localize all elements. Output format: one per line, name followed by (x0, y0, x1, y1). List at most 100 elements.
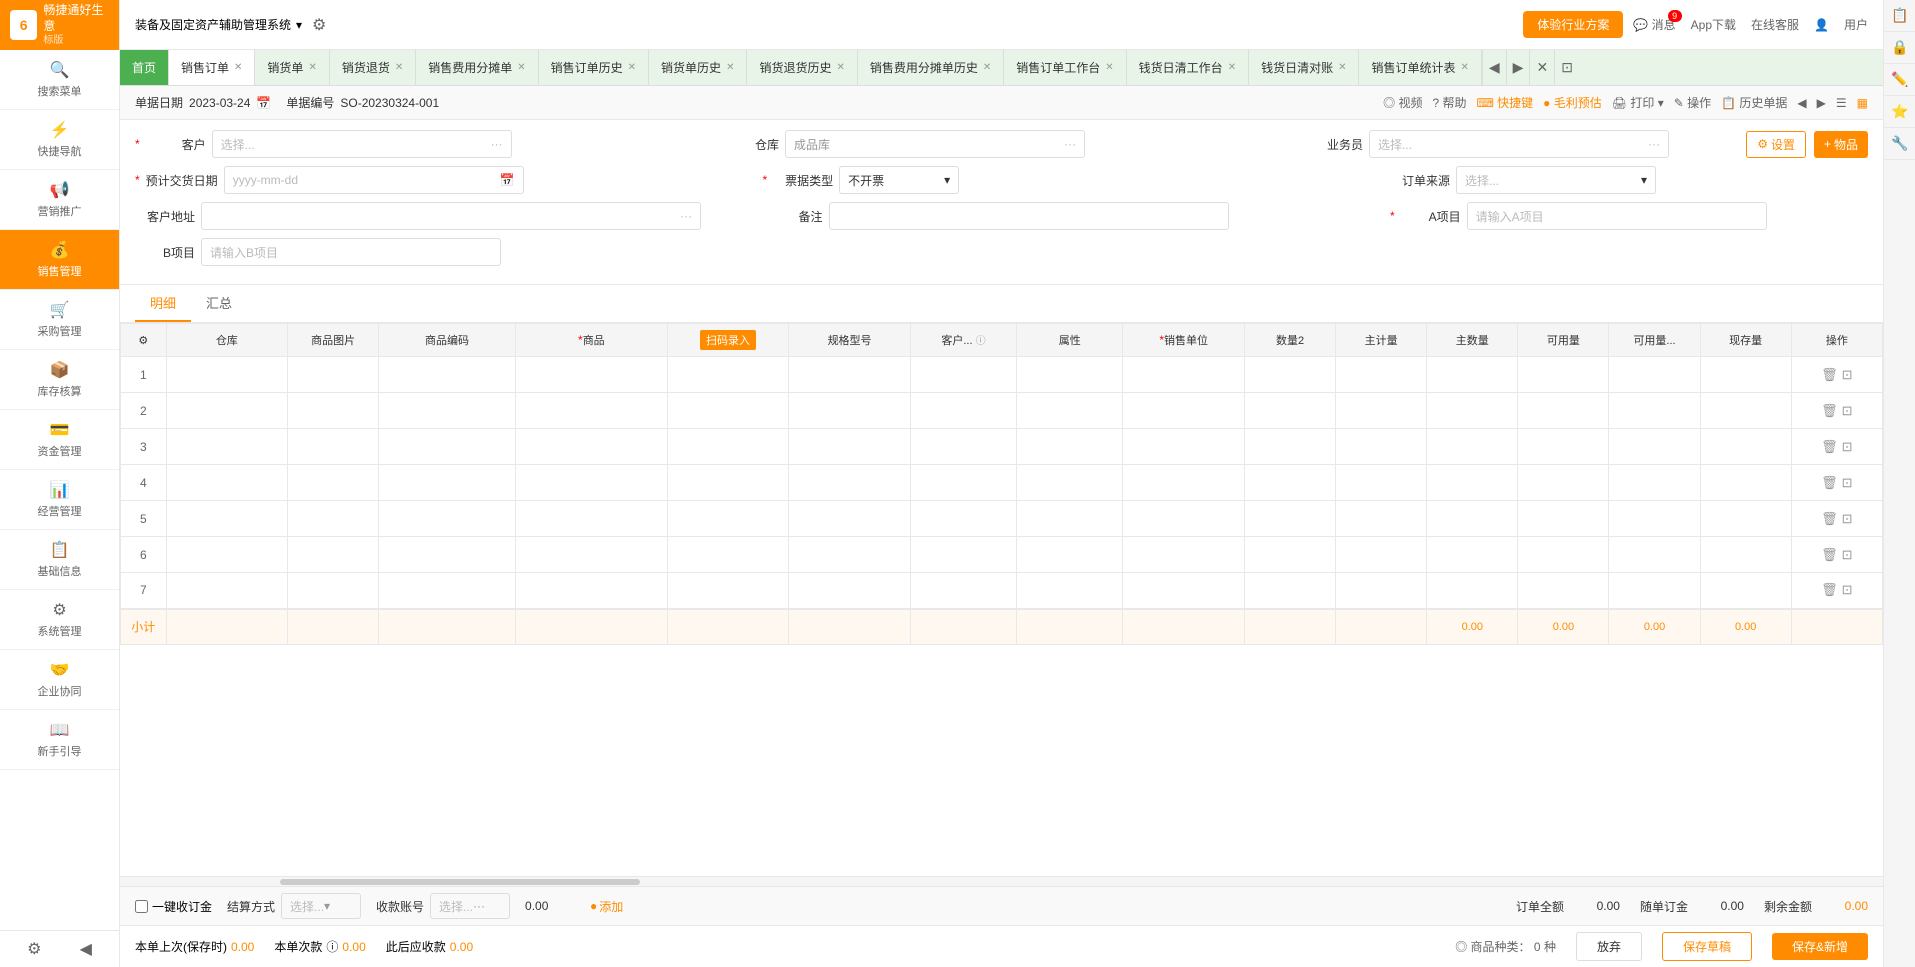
col-header-warehouse[interactable]: 仓库 (166, 324, 288, 357)
copy-icon[interactable]: ⊡ (1842, 439, 1853, 455)
copy-icon[interactable]: ⊡ (1842, 511, 1853, 527)
tab-close-sales-expense-history[interactable]: ✕ (983, 62, 991, 73)
trial-btn[interactable]: 体验行业方案 (1523, 11, 1623, 38)
delete-icon[interactable]: 🗑 (1821, 582, 1838, 598)
list-view-icon[interactable]: ☰ (1836, 96, 1847, 110)
col-header-avail[interactable]: 可用量 (1518, 324, 1609, 357)
col-header-stock[interactable]: 现存量 (1700, 324, 1791, 357)
tab-sales-order-stats[interactable]: 销售订单统计表✕ (1359, 50, 1481, 85)
payment-method-select[interactable]: 选择... ▾ (281, 893, 361, 919)
a-project-input[interactable]: 请输入A项目 (1467, 202, 1767, 230)
delete-icon[interactable]: 🗑 (1821, 547, 1838, 563)
col-header-cust_code[interactable]: 客户... ⓘ (910, 324, 1016, 357)
tab-close-sales-order-workbench[interactable]: ✕ (1105, 62, 1113, 73)
delete-icon[interactable]: 🗑 (1821, 403, 1838, 419)
col-header-scan[interactable]: 扫码录入 (667, 324, 789, 357)
scan-btn[interactable]: 扫码录入 (700, 330, 756, 350)
tab-home[interactable]: 首页 (120, 50, 169, 85)
calendar-icon[interactable]: 📅 (256, 96, 271, 110)
tab-nav-btn-0[interactable]: ◀ (1482, 50, 1506, 85)
delete-icon[interactable]: 🗑 (1821, 367, 1838, 383)
copy-icon[interactable]: ⊡ (1842, 475, 1853, 491)
tab-sales-order[interactable]: 销售订单✕ (169, 50, 255, 85)
tab-cash-daily-workbench[interactable]: 钱货日清工作台✕ (1127, 50, 1249, 85)
tab-close-cash-daily-workbench[interactable]: ✕ (1228, 62, 1236, 73)
tab-sales-order-workbench[interactable]: 销售订单工作台✕ (1004, 50, 1126, 85)
invoice-type-select[interactable]: 不开票 ▾ (839, 166, 959, 194)
add-goods-btn[interactable]: + 物品 (1814, 131, 1868, 158)
collection-account-select[interactable]: 选择... ··· (430, 893, 510, 919)
col-header-product_img[interactable]: 商品图片 (288, 324, 379, 357)
tab-nav-btn-1[interactable]: ▶ (1506, 50, 1530, 85)
inner-tab-detail[interactable]: 明细 (135, 285, 191, 322)
col-header-main_qty[interactable]: 主数量 (1427, 324, 1518, 357)
customer-address-input[interactable]: ··· (201, 202, 701, 230)
help-action[interactable]: ? 帮助 (1432, 94, 1466, 111)
view-action[interactable]: ◎ 视频 (1383, 94, 1422, 111)
sidebar-item-basic-info[interactable]: 📋基础信息 (0, 530, 119, 590)
sidebar-item-system[interactable]: ⚙系统管理 (0, 590, 119, 650)
tab-sales-refund[interactable]: 销货退货✕ (330, 50, 416, 85)
tab-close-sales-order-stats[interactable]: ✕ (1461, 62, 1469, 73)
right-panel-btn-5[interactable]: 🔧 (1884, 128, 1915, 160)
col-header-attr[interactable]: 属性 (1017, 324, 1123, 357)
tab-close-sales-return[interactable]: ✕ (308, 62, 316, 73)
copy-icon[interactable]: ⊡ (1842, 547, 1853, 563)
col-header-product_code[interactable]: 商品编码 (379, 324, 516, 357)
sidebar-item-cooperation[interactable]: 🤝企业协同 (0, 650, 119, 710)
delete-icon[interactable]: 🗑 (1821, 439, 1838, 455)
tab-close-sales-expense-split[interactable]: ✕ (517, 62, 525, 73)
remark-input[interactable] (829, 202, 1229, 230)
scrollbar-thumb[interactable] (280, 879, 640, 885)
inner-tab-summary[interactable]: 汇总 (191, 285, 247, 322)
tab-close-sales-order[interactable]: ✕ (234, 62, 242, 73)
save-new-btn[interactable]: 保存&新增 (1772, 933, 1868, 960)
date-value[interactable]: 2023-03-24 (189, 96, 250, 110)
grid-view-icon[interactable]: ▦ (1857, 96, 1868, 110)
right-panel-btn-4[interactable]: ⭐ (1884, 96, 1915, 128)
right-panel-btn-1[interactable]: 📋 (1884, 0, 1915, 32)
tab-sales-refund-history[interactable]: 销货退货历史✕ (747, 50, 857, 85)
copy-icon[interactable]: ⊡ (1842, 367, 1853, 383)
col-header-spec[interactable]: 规格型号 (789, 324, 911, 357)
settings-icon[interactable]: ⚙ (27, 939, 41, 959)
print-action[interactable]: 🖨 打印 ▾ (1612, 94, 1664, 111)
profit-action[interactable]: ● 毛利预估 (1543, 94, 1602, 111)
sidebar-item-sales[interactable]: 💰销售管理 (0, 230, 119, 290)
tab-nav-btn-3[interactable]: ⊡ (1554, 50, 1579, 85)
save-draft-btn[interactable]: 保存草稿 (1662, 932, 1752, 961)
sidebar-item-finance[interactable]: 💳资金管理 (0, 410, 119, 470)
horizontal-scrollbar[interactable] (120, 876, 1883, 886)
prev-icon[interactable]: ◀ (1797, 96, 1806, 110)
col-header-gear[interactable]: ⚙ (121, 324, 167, 357)
sidebar-item-operations[interactable]: 📊经营管理 (0, 470, 119, 530)
copy-icon[interactable]: ⊡ (1842, 582, 1853, 598)
collapse-icon[interactable]: ◀ (80, 939, 92, 959)
col-header-main_unit[interactable]: 主计量 (1336, 324, 1427, 357)
tab-close-sales-order-history[interactable]: ✕ (628, 62, 636, 73)
b-project-input[interactable]: 请输入B项目 (201, 238, 501, 266)
tab-nav-btn-2[interactable]: ✕ (1529, 50, 1554, 85)
system-selector[interactable]: 装备及固定资产辅助管理系统 ▾ (135, 16, 302, 33)
warehouse-input[interactable]: 成品库 ··· (785, 130, 1085, 158)
col-header-sales_unit[interactable]: *销售单位 (1123, 324, 1245, 357)
history-action[interactable]: 📋 历史单据 (1721, 94, 1787, 111)
tab-sales-return[interactable]: 销货单✕ (255, 50, 329, 85)
col-header-qty2[interactable]: 数量2 (1244, 324, 1335, 357)
one-click-collect-checkbox[interactable] (135, 900, 148, 913)
sidebar-item-search[interactable]: 🔍搜索菜单 (0, 50, 119, 110)
add-btn[interactable]: ● 添加 (590, 898, 623, 915)
copy-icon[interactable]: ⊡ (1842, 403, 1853, 419)
user-avatar[interactable]: 👤 (1814, 18, 1829, 32)
order-source-select[interactable]: 选择... ▾ (1456, 166, 1656, 194)
tab-close-sales-return-history[interactable]: ✕ (726, 62, 734, 73)
delivery-date-input[interactable]: yyyy-mm-dd 📅 (224, 166, 524, 194)
sidebar-item-marketing[interactable]: 📢营销推广 (0, 170, 119, 230)
tab-close-sales-refund-history[interactable]: ✕ (836, 62, 844, 73)
setting-btn[interactable]: ⚙ 设置 (1746, 131, 1806, 158)
tab-sales-order-history[interactable]: 销售订单历史✕ (539, 50, 649, 85)
right-panel-btn-3[interactable]: ✏️ (1884, 64, 1915, 96)
col-header-avail2[interactable]: 可用量... (1609, 324, 1700, 357)
delete-icon[interactable]: 🗑 (1821, 475, 1838, 491)
gear-icon[interactable]: ⚙ (312, 15, 326, 35)
